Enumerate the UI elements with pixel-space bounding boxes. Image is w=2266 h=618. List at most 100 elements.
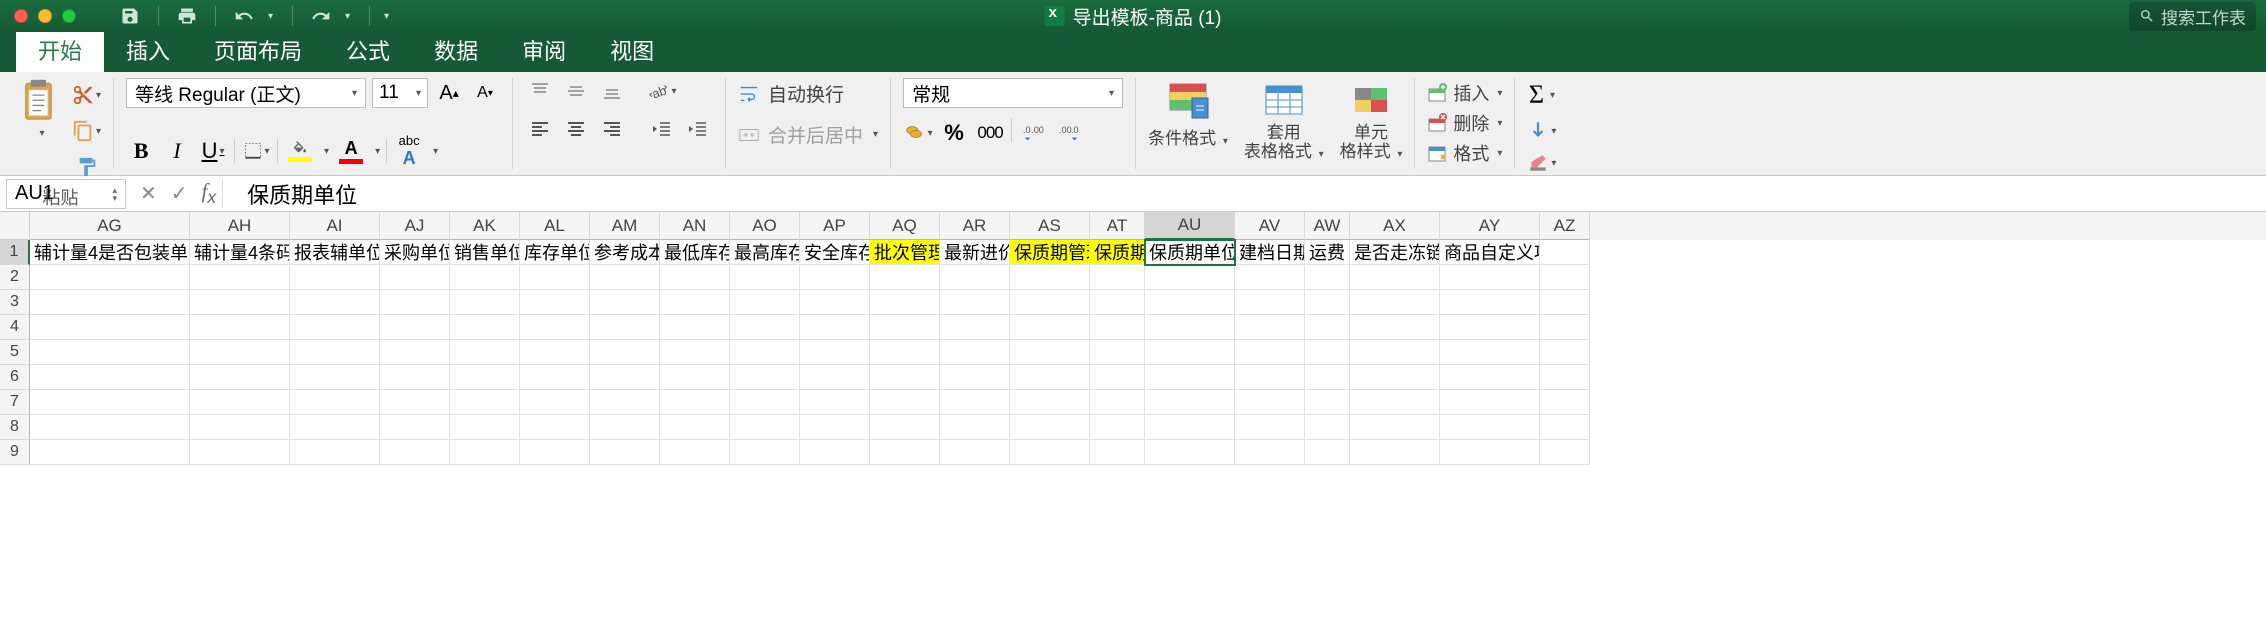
- column-header-AK[interactable]: AK: [450, 212, 520, 240]
- tab-view[interactable]: 视图: [588, 28, 676, 72]
- cell-AH6[interactable]: [190, 365, 290, 390]
- cell-AS3[interactable]: [1010, 290, 1090, 315]
- cell-AV8[interactable]: [1235, 415, 1305, 440]
- row-header-5[interactable]: 5: [0, 340, 30, 365]
- cell-AL5[interactable]: [520, 340, 590, 365]
- cell-AN4[interactable]: [660, 315, 730, 340]
- cell-AO2[interactable]: [730, 265, 800, 290]
- font-name-selector[interactable]: 等线 Regular (正文)▾: [126, 78, 366, 108]
- cell-AR1[interactable]: 最新进价: [940, 240, 1010, 265]
- print-icon[interactable]: [173, 4, 201, 28]
- cell-AW5[interactable]: [1305, 340, 1350, 365]
- cell-AQ5[interactable]: [870, 340, 940, 365]
- cell-AO4[interactable]: [730, 315, 800, 340]
- cell-AV2[interactable]: [1235, 265, 1305, 290]
- cell-AU9[interactable]: [1145, 440, 1235, 465]
- cell-AJ3[interactable]: [380, 290, 450, 315]
- align-middle-button[interactable]: [561, 78, 591, 104]
- fx-icon[interactable]: fx: [202, 179, 224, 208]
- cell-AV6[interactable]: [1235, 365, 1305, 390]
- enter-formula-button[interactable]: ✓: [171, 181, 188, 206]
- cell-AX7[interactable]: [1350, 390, 1440, 415]
- cell-AW4[interactable]: [1305, 315, 1350, 340]
- cell-AV4[interactable]: [1235, 315, 1305, 340]
- cell-AO9[interactable]: [730, 440, 800, 465]
- column-header-AR[interactable]: AR: [940, 212, 1010, 240]
- undo-dropdown[interactable]: ▾: [268, 11, 278, 22]
- cell-AG8[interactable]: [30, 415, 190, 440]
- decrease-decimal-button[interactable]: .00.0: [1054, 118, 1084, 148]
- cell-AS8[interactable]: [1010, 415, 1090, 440]
- decrease-font-button[interactable]: A▾: [470, 78, 500, 108]
- insert-cells-button[interactable]: 插入▾: [1427, 80, 1502, 106]
- cell-AR2[interactable]: [940, 265, 1010, 290]
- cell-AU6[interactable]: [1145, 365, 1235, 390]
- cell-AV3[interactable]: [1235, 290, 1305, 315]
- cell-AW1[interactable]: 运费: [1305, 240, 1350, 265]
- fill-color-dropdown[interactable]: ▾: [324, 146, 329, 157]
- cell-AZ7[interactable]: [1540, 390, 1590, 415]
- cell-AY7[interactable]: [1440, 390, 1540, 415]
- redo-icon[interactable]: [307, 4, 335, 28]
- cell-AW3[interactable]: [1305, 290, 1350, 315]
- orientation-button[interactable]: ab▾: [647, 78, 677, 104]
- cell-AR8[interactable]: [940, 415, 1010, 440]
- cell-AI7[interactable]: [290, 390, 380, 415]
- cell-AK4[interactable]: [450, 315, 520, 340]
- column-header-AM[interactable]: AM: [590, 212, 660, 240]
- column-header-AW[interactable]: AW: [1305, 212, 1350, 240]
- column-header-AY[interactable]: AY: [1440, 212, 1540, 240]
- cell-AY2[interactable]: [1440, 265, 1540, 290]
- tab-page-layout[interactable]: 页面布局: [192, 28, 324, 72]
- cell-AZ6[interactable]: [1540, 365, 1590, 390]
- cell-AH4[interactable]: [190, 315, 290, 340]
- cell-AJ7[interactable]: [380, 390, 450, 415]
- cell-AS1[interactable]: 保质期管理: [1010, 240, 1090, 265]
- cell-AV1[interactable]: 建档日期: [1235, 240, 1305, 265]
- cell-AP5[interactable]: [800, 340, 870, 365]
- border-button[interactable]: ▾: [241, 136, 271, 166]
- cell-AZ3[interactable]: [1540, 290, 1590, 315]
- minimize-window-button[interactable]: [38, 9, 52, 23]
- cell-AT5[interactable]: [1090, 340, 1145, 365]
- cell-AT3[interactable]: [1090, 290, 1145, 315]
- cell-AH8[interactable]: [190, 415, 290, 440]
- column-header-AN[interactable]: AN: [660, 212, 730, 240]
- cell-AT9[interactable]: [1090, 440, 1145, 465]
- cell-AL6[interactable]: [520, 365, 590, 390]
- cell-AP3[interactable]: [800, 290, 870, 315]
- increase-font-button[interactable]: A▴: [434, 78, 464, 108]
- cell-AR5[interactable]: [940, 340, 1010, 365]
- column-header-AV[interactable]: AV: [1235, 212, 1305, 240]
- cell-AM6[interactable]: [590, 365, 660, 390]
- cell-AN9[interactable]: [660, 440, 730, 465]
- tab-home[interactable]: 开始: [16, 28, 104, 72]
- cell-AK5[interactable]: [450, 340, 520, 365]
- column-header-AH[interactable]: AH: [190, 212, 290, 240]
- cell-AU7[interactable]: [1145, 390, 1235, 415]
- font-color-dropdown[interactable]: ▾: [375, 146, 380, 157]
- cell-AQ1[interactable]: 批次管理: [870, 240, 940, 265]
- tab-insert[interactable]: 插入: [104, 28, 192, 72]
- cell-AG1[interactable]: 辅计量4是否包装单位: [30, 240, 190, 265]
- number-format-selector[interactable]: 常规▾: [903, 78, 1123, 108]
- clear-button[interactable]: ▾: [1527, 152, 1556, 174]
- cell-AN5[interactable]: [660, 340, 730, 365]
- cell-AM9[interactable]: [590, 440, 660, 465]
- cell-AP2[interactable]: [800, 265, 870, 290]
- cell-AH5[interactable]: [190, 340, 290, 365]
- cell-AI4[interactable]: [290, 315, 380, 340]
- cell-AX5[interactable]: [1350, 340, 1440, 365]
- cell-AI3[interactable]: [290, 290, 380, 315]
- cell-AY1[interactable]: 商品自定义项: [1440, 240, 1540, 265]
- cell-AP1[interactable]: 安全库存: [800, 240, 870, 265]
- cell-AM4[interactable]: [590, 315, 660, 340]
- cell-AJ2[interactable]: [380, 265, 450, 290]
- name-box[interactable]: AU1 ▴▾: [6, 179, 126, 209]
- cell-AM7[interactable]: [590, 390, 660, 415]
- column-header-AQ[interactable]: AQ: [870, 212, 940, 240]
- cell-AY8[interactable]: [1440, 415, 1540, 440]
- cell-AK6[interactable]: [450, 365, 520, 390]
- cell-AZ9[interactable]: [1540, 440, 1590, 465]
- save-icon[interactable]: [116, 4, 144, 28]
